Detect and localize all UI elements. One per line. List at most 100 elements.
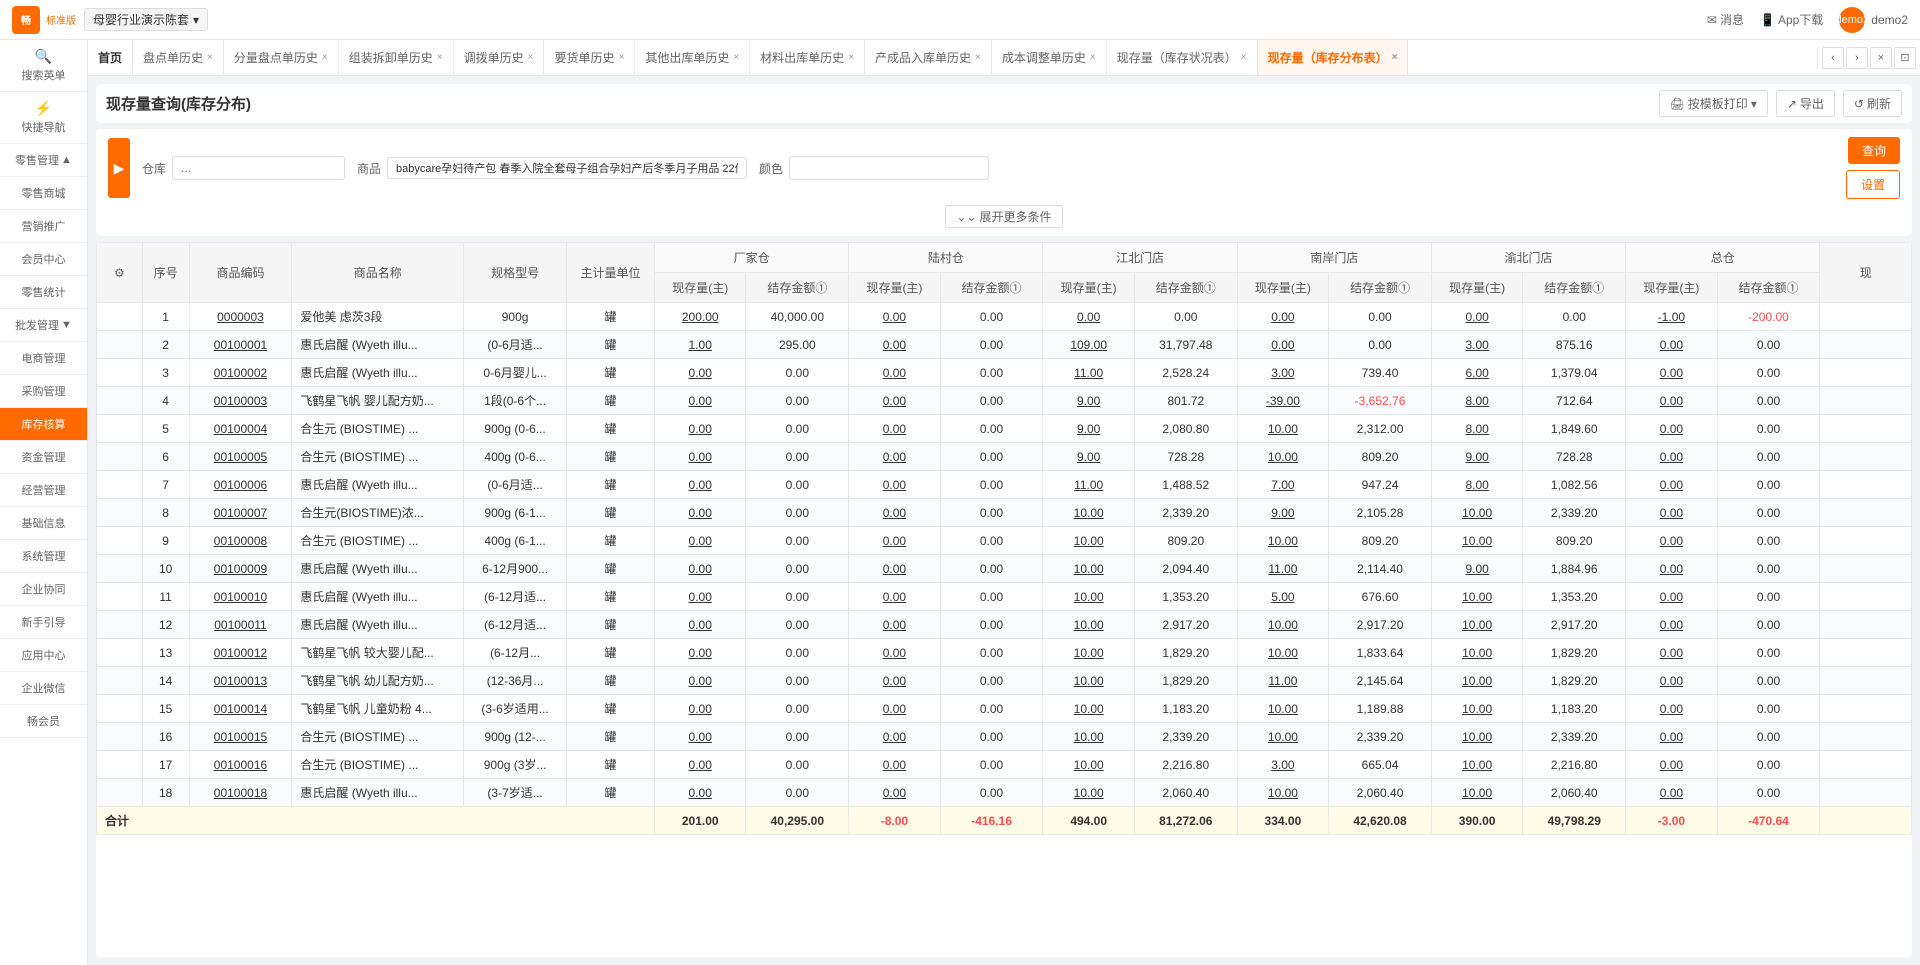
l-qty-link[interactable]: 0.00	[883, 366, 906, 380]
l-qty-link[interactable]: 0.00	[883, 618, 906, 632]
zc-qty-link[interactable]: 0.00	[1660, 506, 1683, 520]
sidebar-item-ecommerce[interactable]: 电商管理	[0, 342, 87, 375]
nb-qty-link[interactable]: 11.00	[1268, 562, 1297, 576]
nb-qty-link[interactable]: 10.00	[1268, 534, 1298, 548]
nb-qty-link[interactable]: 3.00	[1271, 758, 1294, 772]
collapse-btn[interactable]: ▶	[108, 138, 130, 198]
tab-material-outstock[interactable]: 材料出库单历史 ×	[750, 40, 865, 75]
jb-qty-link[interactable]: 10.00	[1074, 506, 1104, 520]
sidebar-item-search[interactable]: 🔍 搜索英单	[0, 40, 87, 92]
sidebar-item-finance[interactable]: 资金管理	[0, 441, 87, 474]
nb-qty-link[interactable]: 10.00	[1268, 422, 1298, 436]
jb-qty-link[interactable]: 9.00	[1077, 422, 1100, 436]
code-link[interactable]: 00100007	[214, 506, 267, 520]
jb-qty-link[interactable]: 11.00	[1074, 366, 1103, 380]
l-qty-link[interactable]: 0.00	[883, 562, 906, 576]
yb-qty-link[interactable]: 10.00	[1462, 646, 1492, 660]
f-qty-link[interactable]: 0.00	[689, 562, 712, 576]
tab-close-icon[interactable]: ×	[437, 52, 443, 63]
jb-qty-link[interactable]: 10.00	[1074, 674, 1104, 688]
user-area[interactable]: demo2 demo2	[1839, 7, 1908, 33]
nb-qty-link[interactable]: 3.00	[1271, 366, 1294, 380]
jb-qty-link[interactable]: 11.00	[1074, 478, 1103, 492]
code-link[interactable]: 00100016	[214, 758, 267, 772]
nb-qty-link[interactable]: 5.00	[1271, 590, 1294, 604]
l-qty-link[interactable]: 0.00	[883, 534, 906, 548]
tab-close-icon[interactable]: ×	[207, 52, 213, 63]
tab-close-all-btn[interactable]: ×	[1870, 47, 1892, 69]
l-qty-link[interactable]: 0.00	[883, 590, 906, 604]
tab-close-icon[interactable]: ×	[733, 52, 739, 63]
jb-qty-link[interactable]: 10.00	[1074, 590, 1104, 604]
sidebar-item-member2[interactable]: 畅会员	[0, 705, 87, 738]
sidebar-item-system[interactable]: 系统管理	[0, 540, 87, 573]
f-qty-link[interactable]: 0.00	[689, 702, 712, 716]
zc-qty-link[interactable]: 0.00	[1660, 786, 1683, 800]
yb-qty-link[interactable]: 6.00	[1465, 366, 1488, 380]
yb-qty-link[interactable]: 10.00	[1462, 786, 1492, 800]
nb-qty-link[interactable]: 10.00	[1268, 618, 1298, 632]
l-qty-link[interactable]: 0.00	[883, 786, 906, 800]
sidebar-item-guide[interactable]: 新手引导	[0, 606, 87, 639]
sidebar-item-marketing[interactable]: 营销推广	[0, 210, 87, 243]
code-link[interactable]: 00100001	[214, 338, 267, 352]
f-qty-link[interactable]: 1.00	[689, 338, 712, 352]
yb-qty-link[interactable]: 8.00	[1465, 422, 1488, 436]
goods-input[interactable]	[387, 157, 747, 179]
l-qty-link[interactable]: 0.00	[883, 422, 906, 436]
f-qty-link[interactable]: 200.00	[682, 310, 719, 324]
zc-qty-link[interactable]: 0.00	[1660, 618, 1683, 632]
code-link[interactable]: 00100009	[214, 562, 267, 576]
tab-close-icon[interactable]: ×	[848, 52, 854, 63]
yb-qty-link[interactable]: 10.00	[1462, 758, 1492, 772]
sidebar-item-base-info[interactable]: 基础信息	[0, 507, 87, 540]
yb-qty-link[interactable]: 10.00	[1462, 506, 1492, 520]
zc-qty-link[interactable]: 0.00	[1660, 394, 1683, 408]
export-btn[interactable]: ↗ 导出	[1776, 90, 1835, 117]
yb-qty-link[interactable]: 0.00	[1465, 310, 1488, 324]
sidebar-item-purchase[interactable]: 采购管理	[0, 375, 87, 408]
zc-qty-link[interactable]: 0.00	[1660, 590, 1683, 604]
code-link[interactable]: 00100005	[214, 450, 267, 464]
nb-qty-link[interactable]: 11.00	[1268, 674, 1297, 688]
zc-qty-link[interactable]: -1.00	[1658, 310, 1685, 324]
nb-qty-link[interactable]: 7.00	[1271, 478, 1294, 492]
l-qty-link[interactable]: 0.00	[883, 702, 906, 716]
tab-close-icon[interactable]: ×	[322, 52, 328, 63]
message-btn[interactable]: ✉ 消息	[1707, 11, 1744, 28]
code-link[interactable]: 00100002	[214, 366, 267, 380]
jb-qty-link[interactable]: 9.00	[1077, 450, 1100, 464]
tab-other-outstock[interactable]: 其他出库单历史 ×	[635, 40, 750, 75]
nb-qty-link[interactable]: 10.00	[1268, 450, 1298, 464]
warehouse-input[interactable]	[172, 156, 345, 180]
tab-requisition[interactable]: 要货单历史 ×	[544, 40, 635, 75]
yb-qty-link[interactable]: 10.00	[1462, 702, 1492, 716]
sidebar-item-operations[interactable]: 经营管理	[0, 474, 87, 507]
zc-qty-link[interactable]: 0.00	[1660, 478, 1683, 492]
yb-qty-link[interactable]: 3.00	[1465, 338, 1488, 352]
code-link[interactable]: 00100013	[214, 674, 267, 688]
f-qty-link[interactable]: 0.00	[689, 674, 712, 688]
app-download-btn[interactable]: 📱 App下载	[1760, 11, 1823, 28]
zc-qty-link[interactable]: 0.00	[1660, 702, 1683, 716]
settings-icon[interactable]: ⚙	[114, 266, 125, 280]
zc-qty-link[interactable]: 0.00	[1660, 534, 1683, 548]
nb-qty-link[interactable]: -39.00	[1266, 394, 1300, 408]
tab-close-icon[interactable]: ×	[618, 52, 624, 63]
nb-qty-link[interactable]: 10.00	[1268, 730, 1298, 744]
jb-qty-link[interactable]: 10.00	[1074, 534, 1104, 548]
zc-qty-link[interactable]: 0.00	[1660, 562, 1683, 576]
code-link[interactable]: 00100014	[214, 702, 267, 716]
zc-qty-link[interactable]: 0.00	[1660, 422, 1683, 436]
nb-qty-link[interactable]: 10.00	[1268, 646, 1298, 660]
jb-qty-link[interactable]: 10.00	[1074, 786, 1104, 800]
tab-close-icon[interactable]: ×	[1241, 52, 1247, 63]
code-link[interactable]: 00100011	[214, 618, 267, 632]
yb-qty-link[interactable]: 10.00	[1462, 674, 1492, 688]
tab-current-stock[interactable]: 现存量（库存状况表） ×	[1107, 40, 1258, 75]
nb-qty-link[interactable]: 10.00	[1268, 786, 1298, 800]
setting-btn[interactable]: 设置	[1846, 170, 1900, 199]
l-qty-link[interactable]: 0.00	[883, 674, 906, 688]
tab-close-icon[interactable]: ×	[1090, 52, 1096, 63]
nb-qty-link[interactable]: 9.00	[1271, 506, 1294, 520]
